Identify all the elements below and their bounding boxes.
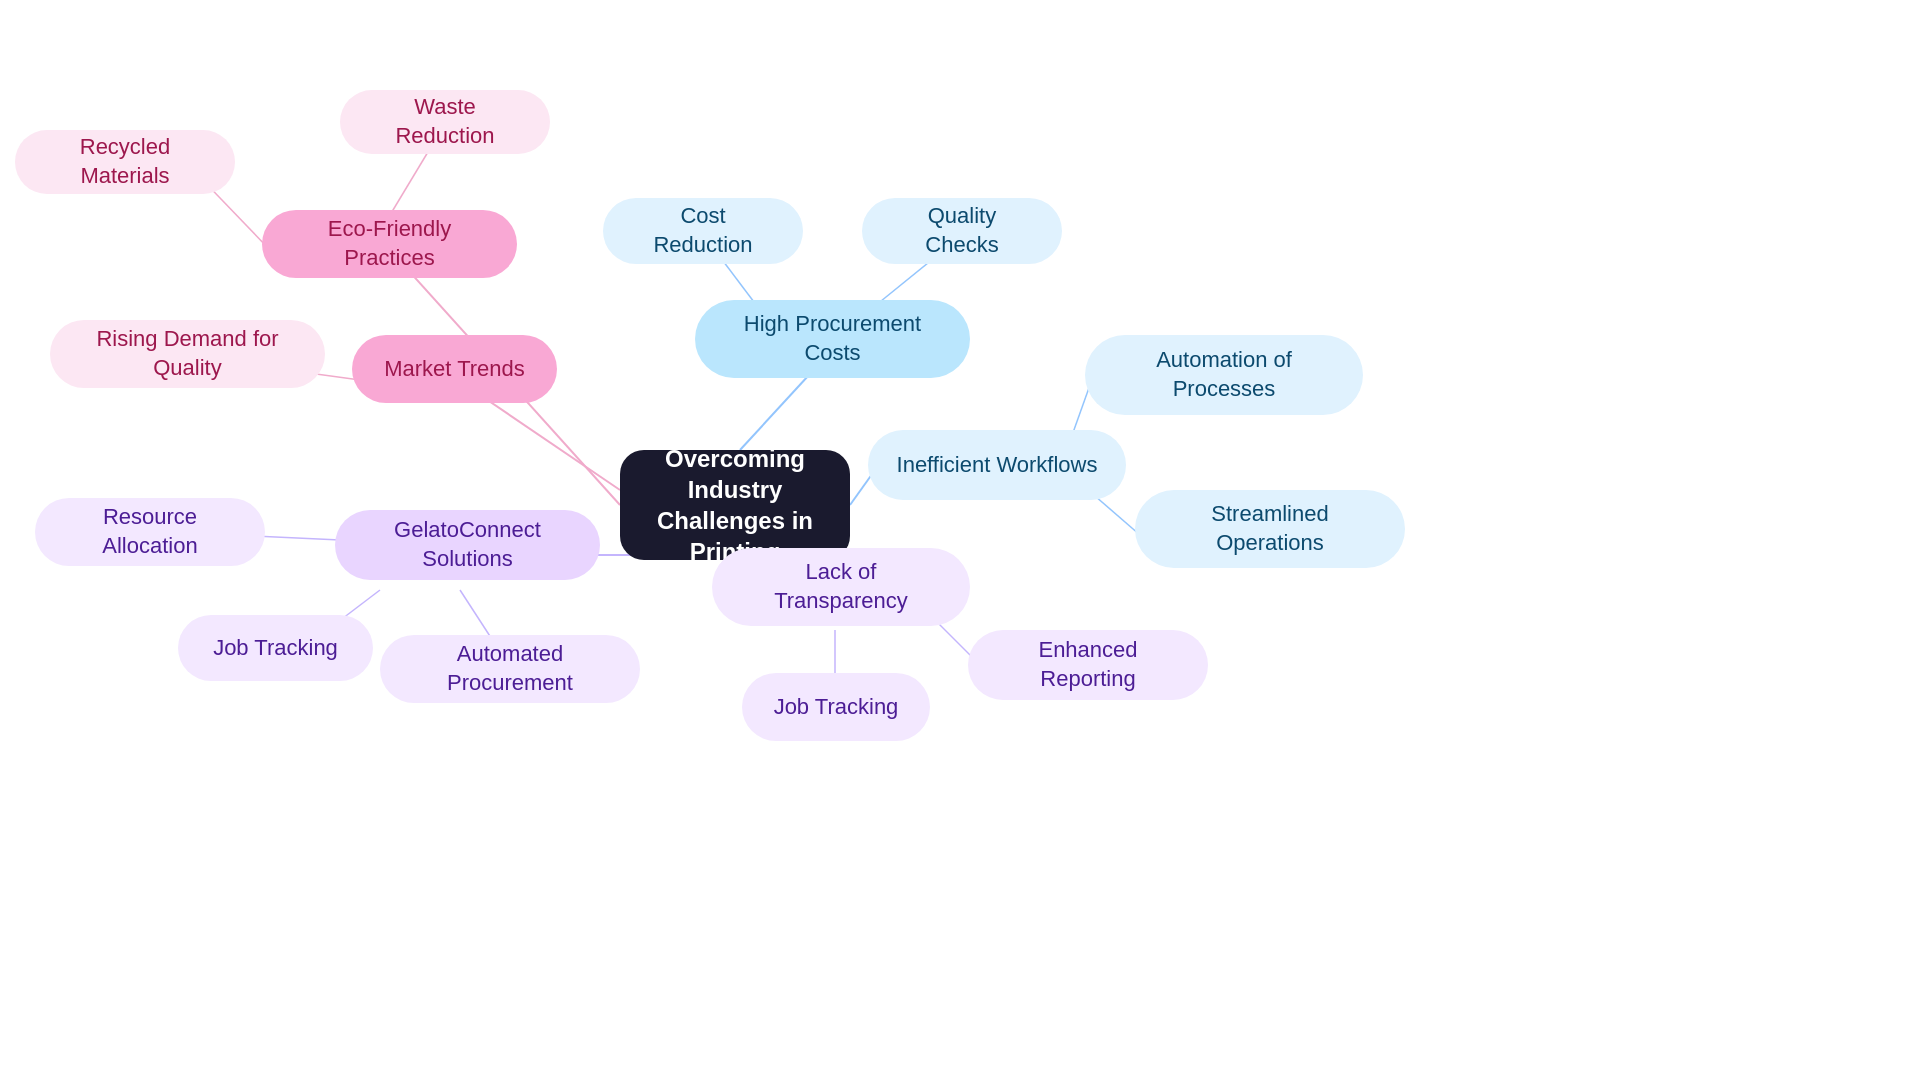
automated-procurement-node: Automated Procurement — [380, 635, 640, 703]
recycled-materials-node: Recycled Materials — [15, 130, 235, 194]
lack-transparency-node: Lack of Transparency — [712, 548, 970, 626]
streamlined-ops-node: Streamlined Operations — [1135, 490, 1405, 568]
eco-friendly-node: Eco-Friendly Practices — [262, 210, 517, 278]
waste-reduction-node: Waste Reduction — [340, 90, 550, 154]
high-procurement-node: High Procurement Costs — [695, 300, 970, 378]
center-node: Overcoming Industry Challenges in Printi… — [620, 450, 850, 560]
market-trends-node: Market Trends — [352, 335, 557, 403]
inefficient-workflows-node: Inefficient Workflows — [868, 430, 1126, 500]
automation-processes-node: Automation of Processes — [1085, 335, 1363, 415]
job-tracking-right-node: Job Tracking — [742, 673, 930, 741]
gelato-solutions-node: GelatoConnect Solutions — [335, 510, 600, 580]
enhanced-reporting-node: Enhanced Reporting — [968, 630, 1208, 700]
mind-map-connections — [0, 0, 1920, 1083]
job-tracking-left-node: Job Tracking — [178, 615, 373, 681]
cost-reduction-node: Cost Reduction — [603, 198, 803, 264]
resource-allocation-node: Resource Allocation — [35, 498, 265, 566]
quality-checks-node: Quality Checks — [862, 198, 1062, 264]
rising-demand-node: Rising Demand for Quality — [50, 320, 325, 388]
